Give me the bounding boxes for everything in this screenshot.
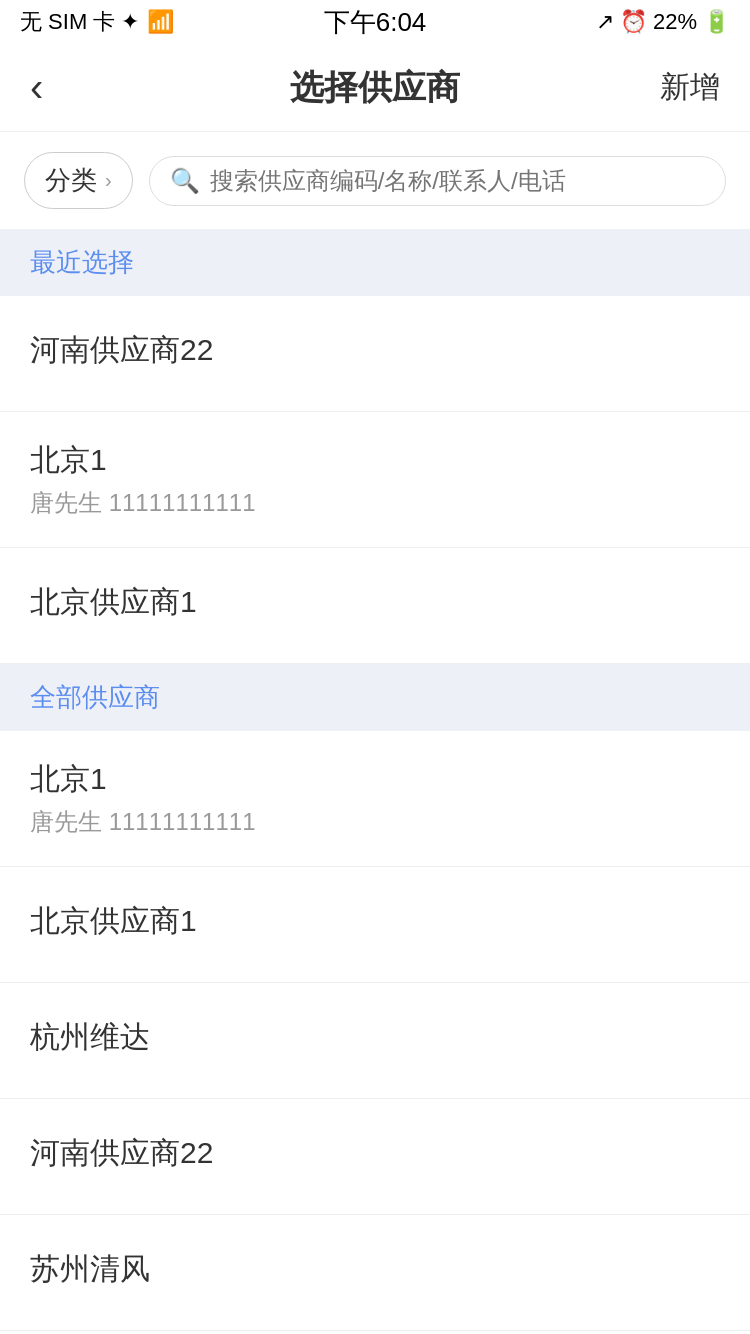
- search-input[interactable]: [210, 167, 705, 195]
- chevron-right-icon: ›: [105, 169, 112, 192]
- battery-icon: 🔋: [703, 9, 730, 35]
- battery-percent: 22%: [653, 9, 697, 35]
- item-name: 北京1: [30, 440, 720, 481]
- recent-list: 河南供应商22 北京1 唐先生 11111111111 北京供应商1: [0, 296, 750, 664]
- wifi-icon: 📶: [147, 9, 174, 35]
- alarm-icon: ⏰: [620, 9, 647, 35]
- list-item[interactable]: 北京供应商1: [0, 867, 750, 983]
- status-bar: 无 SIM 卡 ✦ 📶 下午6:04 ↗ ⏰ 22% 🔋: [0, 0, 750, 44]
- filter-bar: 分类 › 🔍: [0, 132, 750, 229]
- recent-section-label: 最近选择: [30, 247, 134, 277]
- nav-bar: ‹ 选择供应商 新增: [0, 44, 750, 132]
- item-name: 河南供应商22: [30, 1133, 720, 1174]
- status-time: 下午6:04: [324, 5, 427, 40]
- item-detail: 唐先生 11111111111: [30, 806, 720, 838]
- item-name: 北京供应商1: [30, 901, 720, 942]
- list-item[interactable]: 北京供应商1: [0, 548, 750, 664]
- item-detail: 唐先生 11111111111: [30, 487, 720, 519]
- list-item[interactable]: 杭州维达: [0, 983, 750, 1099]
- item-name: 河南供应商22: [30, 330, 720, 371]
- all-list: 北京1 唐先生 11111111111 北京供应商1 杭州维达河南供应商22 苏州清风: [0, 731, 750, 1331]
- search-box: 🔍: [149, 156, 726, 206]
- search-icon: 🔍: [170, 167, 200, 195]
- page-title: 选择供应商: [90, 65, 660, 111]
- back-button[interactable]: ‹: [30, 65, 90, 110]
- status-left: 无 SIM 卡 ✦ 📶: [20, 7, 174, 37]
- recent-section-header: 最近选择: [0, 229, 750, 296]
- sim-status: 无 SIM 卡 ✦: [20, 7, 139, 37]
- list-item[interactable]: 北京1 唐先生 11111111111: [0, 412, 750, 548]
- item-name: 北京1: [30, 759, 720, 800]
- category-filter[interactable]: 分类 ›: [24, 152, 133, 209]
- all-section-header: 全部供应商: [0, 664, 750, 731]
- status-right: ↗ ⏰ 22% 🔋: [596, 9, 730, 35]
- location-icon: ↗: [596, 9, 614, 35]
- category-label: 分类: [45, 163, 97, 198]
- list-item[interactable]: 河南供应商22: [0, 1099, 750, 1215]
- add-button[interactable]: 新增: [660, 67, 720, 108]
- list-item[interactable]: 北京1 唐先生 11111111111: [0, 731, 750, 867]
- item-name: 苏州清风: [30, 1249, 720, 1290]
- list-item[interactable]: 苏州清风: [0, 1215, 750, 1331]
- list-item[interactable]: 河南供应商22: [0, 296, 750, 412]
- item-name: 北京供应商1: [30, 582, 720, 623]
- all-section-label: 全部供应商: [30, 682, 160, 712]
- item-name: 杭州维达: [30, 1017, 720, 1058]
